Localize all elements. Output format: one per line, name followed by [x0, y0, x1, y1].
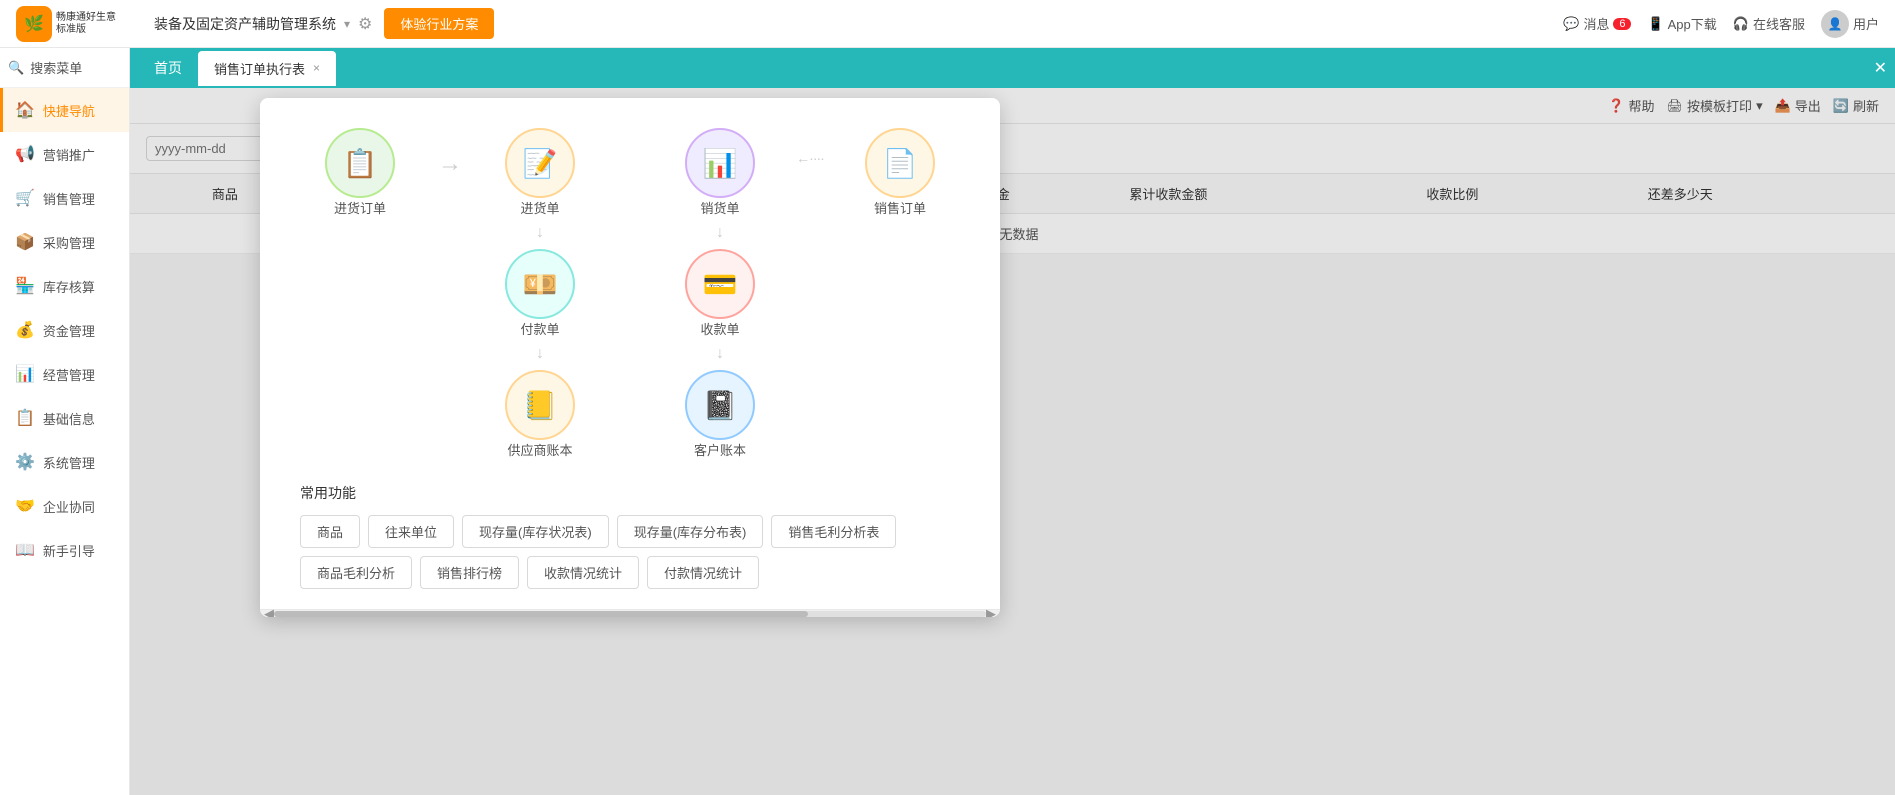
message-badge: 6: [1613, 18, 1631, 30]
sidebar-item-guide[interactable]: 📖 新手引导: [0, 528, 129, 572]
finance-icon: 💰: [15, 320, 35, 340]
purchase-icon: 📦: [15, 232, 35, 252]
v-arrow-2: ↓: [536, 342, 544, 366]
common-btn-sales-rank[interactable]: 销售排行榜: [420, 556, 519, 589]
scroll-right-icon[interactable]: ▶: [986, 606, 996, 618]
logo-area: 🌿 畅康通好生意 标准版: [16, 6, 146, 42]
sidebar-item-basic[interactable]: 📋 基础信息: [0, 396, 129, 440]
user-action[interactable]: 👤 用户: [1821, 10, 1879, 38]
common-btn-product[interactable]: 商品: [300, 515, 360, 548]
sidebar-item-sales[interactable]: 🛒 销售管理: [0, 176, 129, 220]
common-btn-partner[interactable]: 往来单位: [368, 515, 454, 548]
message-action[interactable]: 💬 消息 6: [1563, 14, 1631, 33]
online-service-action[interactable]: 🎧 在线客服: [1733, 14, 1805, 33]
system-icon: ⚙️: [15, 452, 35, 472]
common-buttons: 商品 往来单位 现存量(库存状况表) 现存量(库存分布表) 销售毛利分析表 商品…: [300, 515, 960, 589]
scrollbar-track: [274, 611, 986, 617]
common-title: 常用功能: [300, 483, 960, 503]
scroll-left-icon[interactable]: ◀: [264, 606, 274, 618]
sales-order-label: 销售订单: [874, 198, 926, 217]
sales-bill-label: 销货单: [700, 198, 739, 217]
avatar: 👤: [1821, 10, 1849, 38]
popup-overlay[interactable]: 📋 进货订单 → 📝: [130, 88, 1895, 795]
common-btn-stock-dist[interactable]: 现存量(库存分布表): [617, 515, 764, 548]
enterprise-icon: 🤝: [15, 496, 35, 516]
purchase-order-icon: 📋: [325, 128, 395, 198]
common-btn-receipt-stat[interactable]: 收款情况统计: [527, 556, 639, 589]
customer-ledger-icon: 📓: [685, 370, 755, 440]
system-title: 装备及固定资产辅助管理系统: [154, 14, 336, 34]
flow-diagram: 📋 进货订单 → 📝: [300, 128, 960, 459]
inventory-icon: 🏪: [15, 276, 35, 296]
logo-text: 畅康通好生意 标准版: [56, 12, 116, 36]
message-icon: 💬: [1563, 16, 1579, 32]
search-icon: 🔍: [8, 60, 24, 76]
tab-close-icon[interactable]: ×: [313, 61, 320, 75]
sidebar-item-operations[interactable]: 📊 经营管理: [0, 352, 129, 396]
receipt-bill-label: 收款单: [700, 319, 739, 338]
tab-sales-order[interactable]: 销售订单执行表 ×: [198, 51, 336, 86]
tab-home[interactable]: 首页: [138, 50, 198, 86]
payment-bill-icon: 💴: [505, 249, 575, 319]
sidebar-item-system[interactable]: ⚙️ 系统管理: [0, 440, 129, 484]
supplier-ledger-label: 供应商账本: [507, 440, 572, 459]
basic-icon: 📋: [15, 408, 35, 428]
sidebar: 🔍 搜索菜单 🏠 快捷导航 📢 营销推广 🛒 销售管理 📦 采购管理 🏪: [0, 48, 130, 795]
popup-scrollbar: ◀ ▶: [260, 609, 1000, 617]
phone-icon: 📱: [1647, 16, 1663, 32]
common-btn-stock-status[interactable]: 现存量(库存状况表): [462, 515, 609, 548]
sidebar-item-finance[interactable]: 💰 资金管理: [0, 308, 129, 352]
common-section: 常用功能 商品 往来单位 现存量(库存状况表) 现存量(库存分布表) 销售毛利分…: [300, 483, 960, 589]
headset-icon: 🎧: [1733, 16, 1749, 32]
purchase-bill-label: 进货单: [520, 198, 559, 217]
common-btn-sales-profit[interactable]: 销售毛利分析表: [771, 515, 896, 548]
dropdown-arrow-icon[interactable]: ▾: [344, 17, 350, 31]
guide-icon: 📖: [15, 540, 35, 560]
gear-icon[interactable]: ⚙: [358, 14, 372, 34]
common-btn-product-profit[interactable]: 商品毛利分析: [300, 556, 412, 589]
common-btn-payment-stat[interactable]: 付款情况统计: [647, 556, 759, 589]
sidebar-item-quick-nav[interactable]: 🏠 快捷导航: [0, 88, 129, 132]
v-arrow-3: ↓: [716, 221, 724, 245]
home-icon: 🏠: [15, 100, 35, 120]
marketing-icon: 📢: [15, 144, 35, 164]
trial-button[interactable]: 体验行业方案: [384, 8, 494, 39]
customer-ledger-label: 客户账本: [694, 440, 746, 459]
top-right-actions: 💬 消息 6 📱 App下载 🎧 在线客服 👤 用户: [1563, 10, 1879, 38]
sidebar-item-enterprise[interactable]: 🤝 企业协同: [0, 484, 129, 528]
sidebar-item-inventory[interactable]: 🏪 库存核算: [0, 264, 129, 308]
scrollbar-thumb[interactable]: [274, 611, 808, 617]
sales-icon: 🛒: [15, 188, 35, 208]
app-download-action[interactable]: 📱 App下载: [1647, 14, 1716, 33]
logo-icon: 🌿: [16, 6, 52, 42]
v-arrow-4: ↓: [716, 342, 724, 366]
sidebar-item-purchase[interactable]: 📦 采购管理: [0, 220, 129, 264]
supplier-ledger-icon: 📒: [505, 370, 575, 440]
receipt-bill-icon: 💳: [685, 249, 755, 319]
sidebar-item-marketing[interactable]: 📢 营销推广: [0, 132, 129, 176]
payment-bill-label: 付款单: [520, 319, 559, 338]
v-arrow-1: ↓: [536, 221, 544, 245]
tab-bar: 首页 销售订单执行表 × ✕: [130, 48, 1895, 88]
content-area: 首页 销售订单执行表 × ✕ ❓ 帮助 🖨: [130, 48, 1895, 795]
sales-order-icon: 📄: [865, 128, 935, 198]
page-content: ❓ 帮助 🖨 按模板打印 ▾ 📤 导出 🔄 刷新: [130, 88, 1895, 795]
arrow-left-dashed-icon: ←····: [796, 150, 824, 166]
purchase-order-label: 进货订单: [334, 198, 386, 217]
popup-dialog: 📋 进货订单 → 📝: [260, 98, 1000, 617]
system-title-area: 装备及固定资产辅助管理系统 ▾ ⚙ 体验行业方案: [154, 8, 1563, 39]
sidebar-search[interactable]: 🔍 搜索菜单: [0, 48, 129, 88]
arrow-right-icon: →: [438, 150, 462, 178]
purchase-bill-icon: 📝: [505, 128, 575, 198]
tab-bar-close-icon[interactable]: ✕: [1874, 58, 1887, 78]
sales-bill-icon: 📊: [685, 128, 755, 198]
operations-icon: 📊: [15, 364, 35, 384]
